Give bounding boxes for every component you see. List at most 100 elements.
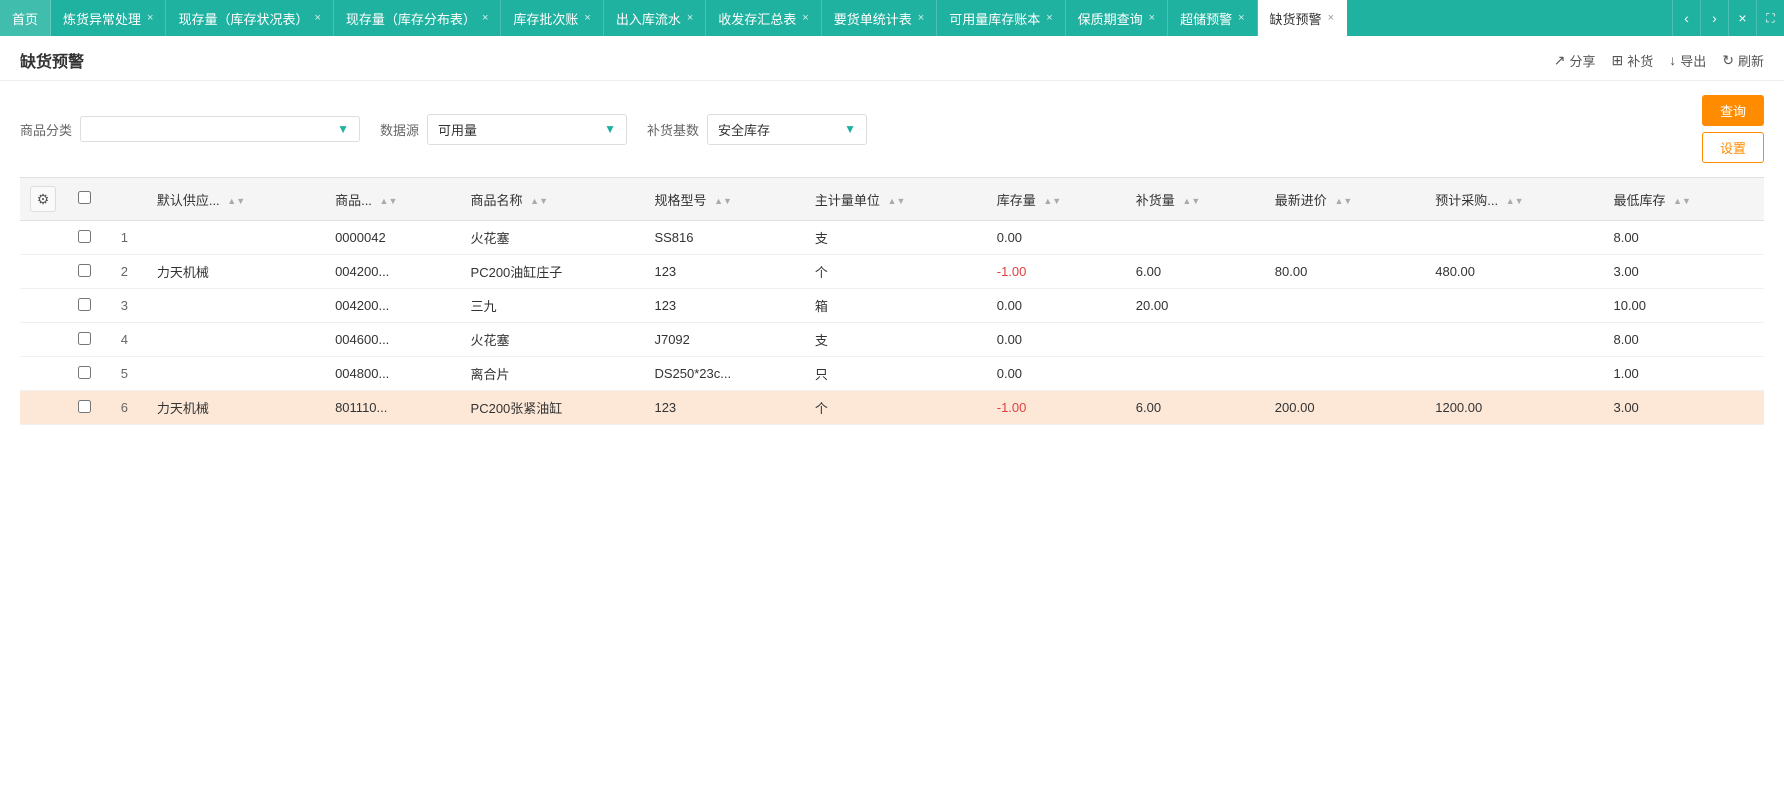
filter-group-datasource: 数据源 可用量 ▼ <box>380 114 627 145</box>
tab-close-inout-flow[interactable]: × <box>687 12 693 24</box>
table-row: 2 力天机械 004200... PC200油缸庄子 123 个 -1.00 6… <box>20 255 1764 289</box>
stock-sort[interactable]: ▲▼ <box>1043 197 1061 206</box>
tab-nav-next[interactable]: › <box>1700 0 1728 36</box>
tab-nav-fullscreen[interactable]: ⛶ <box>1756 0 1784 36</box>
share-icon: ↗ <box>1554 52 1566 69</box>
refresh-button[interactable]: ↻ 刷新 <box>1722 51 1764 70</box>
row-checkbox-cell <box>66 357 102 391</box>
table-header-row: ⚙ 默认供应... ▲▼ 商品... ▲▼ 商品名称 <box>20 178 1764 221</box>
tab-home[interactable]: 首页 <box>0 0 51 36</box>
tab-inventory-dist[interactable]: 现存量（库存分布表） × <box>334 0 501 36</box>
row-supplier <box>147 323 325 357</box>
row-min-stock: 3.00 <box>1603 391 1764 425</box>
tab-close-shortage[interactable]: × <box>1328 12 1334 24</box>
unit-sort[interactable]: ▲▼ <box>888 197 906 206</box>
tab-avail-ledger[interactable]: 可用量库存账本 × <box>937 0 1065 36</box>
row-replenish <box>1126 357 1265 391</box>
tab-demand-stats[interactable]: 要货单统计表 × <box>822 0 937 36</box>
tab-close-receive-summary[interactable]: × <box>802 12 808 24</box>
th-replenish[interactable]: 补货量 ▲▼ <box>1126 178 1265 221</box>
datasource-select[interactable]: 可用量 ▼ <box>427 114 627 145</box>
row-checkbox-4[interactable] <box>78 366 91 379</box>
th-stock[interactable]: 库存量 ▲▼ <box>987 178 1126 221</box>
tab-close-batch-account[interactable]: × <box>584 12 590 24</box>
replenish-button[interactable]: ⊞ 补货 <box>1611 51 1653 70</box>
tab-shortage[interactable]: 缺货预警 × <box>1258 0 1347 36</box>
row-stock: 0.00 <box>987 357 1126 391</box>
row-supplier <box>147 289 325 323</box>
th-est-purchase[interactable]: 预计采购... ▲▼ <box>1425 178 1603 221</box>
filter-right-buttons: 查询 设置 <box>1702 95 1764 163</box>
tab-inventory-status[interactable]: 现存量（库存状况表） × <box>166 0 333 36</box>
base-select[interactable]: 安全库存 ▼ <box>707 114 867 145</box>
data-table: ⚙ 默认供应... ▲▼ 商品... ▲▼ 商品名称 <box>20 177 1764 425</box>
tab-close-inventory-dist[interactable]: × <box>482 12 488 24</box>
row-checkbox-3[interactable] <box>78 332 91 345</box>
row-supplier <box>147 221 325 255</box>
refresh-icon: ↻ <box>1722 52 1734 69</box>
row-checkbox-0[interactable] <box>78 230 91 243</box>
row-code: 0000042 <box>325 221 460 255</box>
supplier-sort[interactable]: ▲▼ <box>227 197 245 206</box>
th-checkbox <box>66 178 102 221</box>
th-spec[interactable]: 规格型号 ▲▼ <box>644 178 804 221</box>
export-button[interactable]: ↓ 导出 <box>1669 51 1706 70</box>
query-button[interactable]: 查询 <box>1702 95 1764 126</box>
row-supplier: 力天机械 <box>147 255 325 289</box>
code-sort[interactable]: ▲▼ <box>380 197 398 206</box>
tab-nav-buttons: ‹ › × ⛶ <box>1672 0 1784 36</box>
replenish-sort[interactable]: ▲▼ <box>1182 197 1200 206</box>
th-code[interactable]: 商品... ▲▼ <box>325 178 460 221</box>
category-select[interactable]: ▼ <box>80 116 360 142</box>
th-min-stock[interactable]: 最低库存 ▲▼ <box>1603 178 1764 221</box>
row-checkbox-cell <box>66 289 102 323</box>
th-unit[interactable]: 主计量单位 ▲▼ <box>805 178 987 221</box>
settings-button[interactable]: 设置 <box>1702 132 1764 163</box>
th-latest-price[interactable]: 最新进价 ▲▼ <box>1265 178 1425 221</box>
th-name[interactable]: 商品名称 ▲▼ <box>461 178 645 221</box>
latest-price-sort[interactable]: ▲▼ <box>1334 197 1352 206</box>
page-header: 缺货预警 ↗ 分享 ⊞ 补货 ↓ 导出 ↻ 刷新 <box>0 36 1784 81</box>
row-min-stock: 10.00 <box>1603 289 1764 323</box>
select-all-checkbox[interactable] <box>78 191 91 204</box>
tab-inout-flow[interactable]: 出入库流水 × <box>604 0 706 36</box>
tab-nav-close-all[interactable]: × <box>1728 0 1756 36</box>
tab-close-inventory-status[interactable]: × <box>314 12 320 24</box>
row-supplier: 力天机械 <box>147 391 325 425</box>
row-est-purchase <box>1425 357 1603 391</box>
tab-expiry-query[interactable]: 保质期查询 × <box>1066 0 1168 36</box>
row-checkbox-1[interactable] <box>78 264 91 277</box>
row-checkbox-cell <box>66 255 102 289</box>
tab-close-overstock[interactable]: × <box>1238 12 1244 24</box>
row-checkbox-cell <box>66 391 102 425</box>
share-button[interactable]: ↗ 分享 <box>1554 51 1596 70</box>
min-stock-sort[interactable]: ▲▼ <box>1673 197 1691 206</box>
tab-batch-account[interactable]: 库存批次账 × <box>501 0 603 36</box>
est-purchase-sort[interactable]: ▲▼ <box>1506 197 1524 206</box>
tab-close-expiry-query[interactable]: × <box>1149 12 1155 24</box>
tab-close-abnormal[interactable]: × <box>147 12 153 24</box>
row-stock: 0.00 <box>987 289 1126 323</box>
row-spec: J7092 <box>644 323 804 357</box>
row-latest-price <box>1265 357 1425 391</box>
row-settings-cell <box>20 255 66 289</box>
row-checkbox-2[interactable] <box>78 298 91 311</box>
row-latest-price: 80.00 <box>1265 255 1425 289</box>
tab-overstock[interactable]: 超储预警 × <box>1168 0 1257 36</box>
table-row: 5 004800... 离合片 DS250*23c... 只 0.00 1.00 <box>20 357 1764 391</box>
tab-close-avail-ledger[interactable]: × <box>1046 12 1052 24</box>
name-sort[interactable]: ▲▼ <box>530 197 548 206</box>
row-unit: 个 <box>805 255 987 289</box>
column-settings-gear[interactable]: ⚙ <box>30 186 56 212</box>
table-row: 6 力天机械 801110... PC200张紧油缸 123 个 -1.00 6… <box>20 391 1764 425</box>
header-actions: ↗ 分享 ⊞ 补货 ↓ 导出 ↻ 刷新 <box>1554 51 1764 70</box>
row-unit: 个 <box>805 391 987 425</box>
filter-group-category: 商品分类 ▼ <box>20 116 360 142</box>
row-checkbox-5[interactable] <box>78 400 91 413</box>
tab-abnormal[interactable]: 炼货异常处理 × <box>51 0 166 36</box>
th-supplier[interactable]: 默认供应... ▲▼ <box>147 178 325 221</box>
tab-receive-summary[interactable]: 收发存汇总表 × <box>706 0 821 36</box>
tab-nav-prev[interactable]: ‹ <box>1672 0 1700 36</box>
spec-sort[interactable]: ▲▼ <box>714 197 732 206</box>
tab-close-demand-stats[interactable]: × <box>918 12 924 24</box>
